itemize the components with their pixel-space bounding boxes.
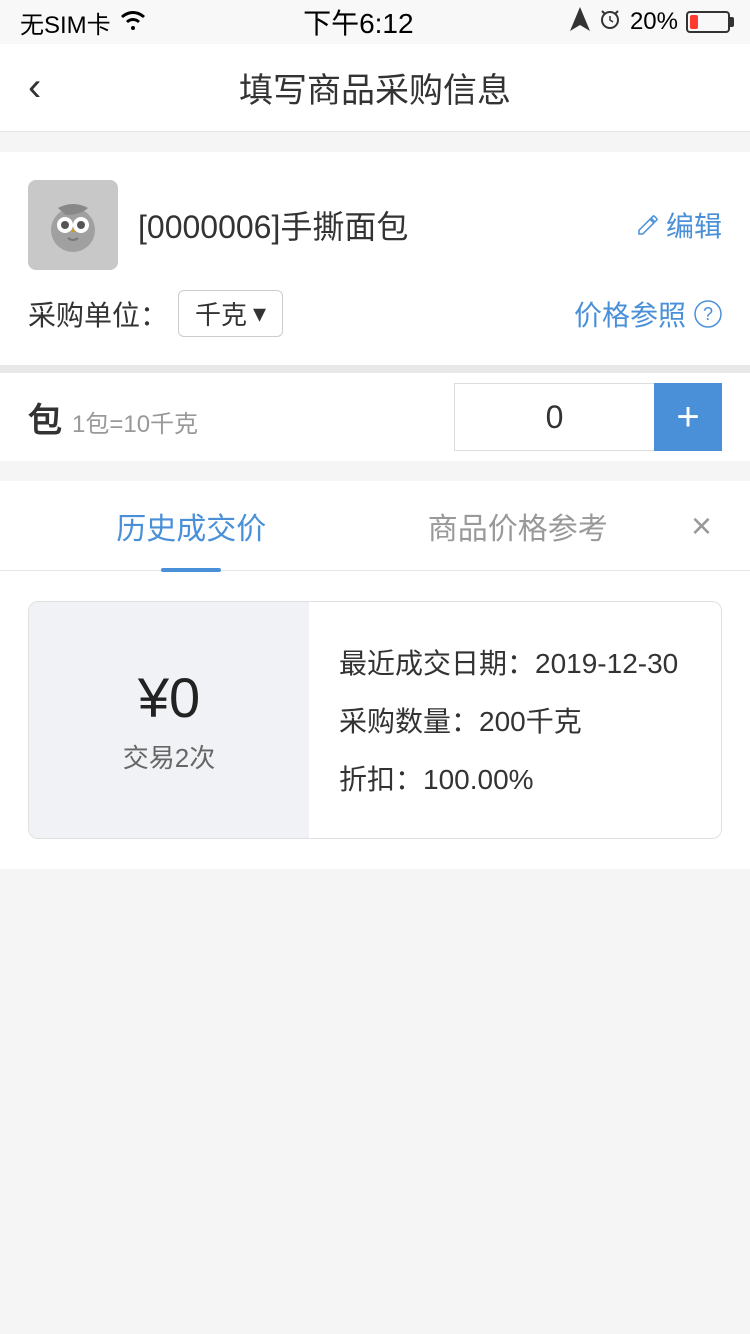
product-thumbnail — [28, 180, 118, 270]
alarm-icon — [598, 7, 622, 38]
gps-icon — [570, 7, 590, 38]
unit-label: 采购单位： — [28, 294, 168, 334]
quantity-plus-button[interactable]: + — [654, 383, 722, 451]
tab-content-history: ¥0 交易2次 最近成交日期：2019-12-30 采购数量：200千克 折扣：… — [0, 571, 750, 869]
status-time: 下午6:12 — [303, 2, 414, 42]
page-title: 填写商品采购信息 — [239, 63, 511, 112]
tabs-header: 历史成交价 商品价格参考 × — [0, 481, 750, 571]
quantity-input[interactable]: 0 — [454, 383, 654, 451]
product-bottom-row: 采购单位： 千克 ▾ 价格参照 ? — [28, 290, 722, 337]
price-ref-button[interactable]: 价格参照 ? — [574, 294, 722, 334]
history-discount: 折扣：100.00% — [339, 758, 691, 798]
product-name: [0000006]手撕面包 — [138, 202, 408, 248]
history-recent-date: 最近成交日期：2019-12-30 — [339, 642, 691, 682]
unit-select[interactable]: 千克 ▾ — [178, 290, 283, 337]
quantity-input-group: 0 + — [454, 383, 722, 451]
unit-row: 采购单位： 千克 ▾ — [28, 290, 283, 337]
quantity-row: 包 1包=10千克 0 + — [0, 373, 750, 461]
carrier-text: 无SIM卡 — [20, 5, 111, 40]
battery-percent: 20% — [630, 8, 678, 36]
history-card-left: ¥0 交易2次 — [29, 602, 309, 838]
nav-header: ‹ 填写商品采购信息 — [0, 44, 750, 132]
tab-history-price[interactable]: 历史成交价 — [28, 480, 354, 572]
battery-icon — [686, 11, 730, 33]
qty-unit: 包 — [28, 393, 62, 442]
qty-note: 1包=10千克 — [72, 404, 198, 439]
wifi-icon — [119, 8, 147, 37]
status-bar: 无SIM卡 下午6:12 20% — [0, 0, 750, 44]
svg-text:?: ? — [703, 304, 713, 324]
tabs-section: 历史成交价 商品价格参考 × ¥0 交易2次 最近成交日期：2019-12-30… — [0, 481, 750, 869]
history-card-right: 最近成交日期：2019-12-30 采购数量：200千克 折扣：100.00% — [309, 602, 721, 838]
back-button[interactable]: ‹ — [28, 65, 41, 110]
help-icon: ? — [694, 300, 722, 328]
tabs-close-button[interactable]: × — [681, 495, 722, 557]
quantity-label: 包 1包=10千克 — [28, 393, 198, 442]
tab-product-price-ref[interactable]: 商品价格参考 — [354, 480, 680, 572]
history-price-card: ¥0 交易2次 最近成交日期：2019-12-30 采购数量：200千克 折扣：… — [28, 601, 722, 839]
history-trade-count: 交易2次 — [123, 738, 215, 775]
status-left: 无SIM卡 — [20, 5, 147, 40]
status-right: 20% — [570, 7, 730, 38]
product-top-row: [0000006]手撕面包 编辑 — [28, 180, 722, 270]
history-qty: 采购数量：200千克 — [339, 700, 691, 740]
history-price-value: ¥0 — [138, 665, 200, 730]
separator — [0, 365, 750, 373]
footer-space — [0, 869, 750, 1269]
chevron-down-icon: ▾ — [253, 298, 266, 329]
product-logo-icon — [38, 190, 108, 260]
product-left: [0000006]手撕面包 — [28, 180, 408, 270]
edit-icon — [636, 213, 660, 237]
product-card: [0000006]手撕面包 编辑 采购单位： 千克 ▾ 价格参照 ? — [0, 152, 750, 365]
edit-button[interactable]: 编辑 — [636, 205, 722, 245]
